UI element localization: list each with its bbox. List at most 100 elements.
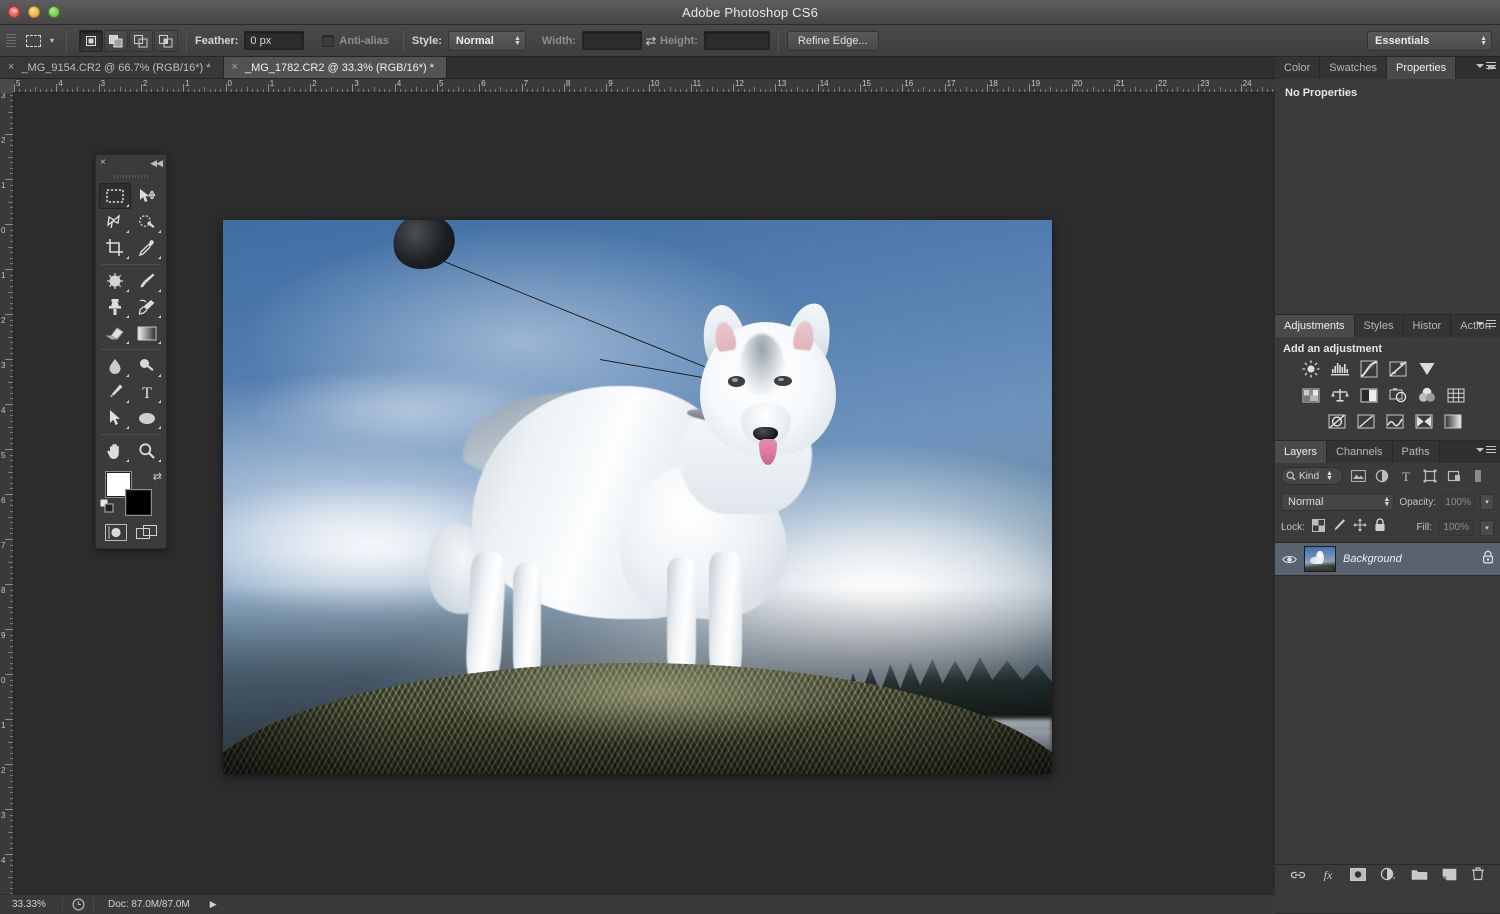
filter-toggle-icon[interactable] — [1469, 467, 1487, 485]
invert-icon[interactable] — [1327, 411, 1347, 431]
vibrance-icon[interactable] — [1417, 359, 1437, 379]
expand-panels-icon[interactable]: ▸▸ — [1488, 62, 1496, 73]
close-icon[interactable]: × — [8, 62, 14, 73]
close-window-button[interactable] — [8, 6, 20, 18]
swap-colors-icon[interactable]: ⇄ — [153, 470, 162, 483]
close-icon[interactable]: × — [100, 158, 106, 168]
gradient-map-icon[interactable] — [1443, 411, 1463, 431]
delete-layer-icon[interactable] — [1471, 867, 1485, 886]
channel-mixer-icon[interactable] — [1417, 385, 1437, 405]
width-input[interactable] — [582, 31, 642, 50]
horizontal-ruler[interactable]: 5 4 3 2 1 0 1 2 3 4 5 6 7 8 9 10 11 12 13 14 15 16 17 18 19 20 21 2… — [0, 79, 1275, 93]
fill-value[interactable]: 100% — [1439, 519, 1473, 536]
tab-history[interactable]: Histor — [1403, 315, 1452, 337]
document-canvas[interactable] — [223, 220, 1052, 774]
tab-styles[interactable]: Styles — [1354, 315, 1404, 337]
hand-tool[interactable] — [99, 438, 131, 464]
posterize-icon[interactable] — [1356, 411, 1376, 431]
ruler-origin[interactable] — [0, 79, 14, 93]
chevron-down-icon[interactable]: ▾ — [46, 36, 58, 45]
swap-dimensions-icon[interactable]: ⇄ — [642, 33, 660, 49]
spot-healing-brush-tool[interactable] — [99, 268, 131, 294]
new-layer-icon[interactable] — [1442, 868, 1457, 886]
lock-position-icon[interactable] — [1353, 518, 1367, 537]
opacity-value[interactable]: 100% — [1441, 494, 1475, 510]
ellipse-shape-tool[interactable] — [131, 405, 163, 431]
canvas-area[interactable] — [14, 93, 1275, 894]
zoom-window-button[interactable] — [48, 6, 60, 18]
clone-stamp-tool[interactable] — [99, 294, 131, 320]
exposure-icon[interactable] — [1388, 359, 1408, 379]
background-color-swatch[interactable] — [126, 490, 151, 515]
lock-icon[interactable] — [1482, 550, 1494, 569]
document-tab-mg9154[interactable]: × _MG_9154.CR2 @ 66.7% (RGB/16*) * — [0, 57, 224, 78]
layer-thumbnail[interactable] — [1304, 546, 1336, 572]
panel-menu-icon[interactable] — [1476, 320, 1496, 327]
collapse-icon[interactable]: ◀◀ — [150, 158, 163, 169]
new-fill-adjustment-layer-icon[interactable] — [1380, 867, 1397, 886]
horizontal-type-tool[interactable]: T — [131, 379, 163, 405]
photo-filter-icon[interactable] — [1388, 385, 1408, 405]
intersect-with-selection-button[interactable] — [154, 29, 178, 52]
tools-panel[interactable]: × ◀◀ T ⇄ — [95, 154, 167, 549]
crop-tool[interactable] — [99, 235, 131, 261]
levels-icon[interactable] — [1330, 359, 1350, 379]
history-brush-tool[interactable] — [131, 294, 163, 320]
feather-input[interactable]: 0 px — [244, 31, 305, 50]
new-selection-button[interactable] — [79, 29, 103, 52]
tab-color[interactable]: Color — [1275, 57, 1321, 79]
tools-panel-grip[interactable] — [96, 171, 166, 181]
eraser-tool[interactable] — [99, 320, 131, 346]
rectangular-marquee-icon[interactable] — [20, 30, 46, 52]
timing-icon[interactable] — [63, 898, 93, 911]
color-balance-icon[interactable] — [1330, 385, 1350, 405]
layers-list-empty-area[interactable] — [1275, 576, 1500, 864]
filter-type-icon[interactable]: T — [1397, 467, 1415, 485]
close-icon[interactable]: × — [232, 62, 238, 73]
dodge-tool[interactable] — [131, 353, 163, 379]
lock-all-icon[interactable] — [1374, 518, 1386, 537]
rectangular-marquee-tool[interactable] — [99, 183, 131, 209]
opacity-dropdown-icon[interactable]: ▾ — [1480, 494, 1494, 510]
gradient-tool[interactable] — [131, 320, 163, 346]
quick-mask-mode-icon[interactable] — [104, 524, 127, 546]
brush-tool[interactable] — [131, 268, 163, 294]
lock-transparent-pixels-icon[interactable] — [1311, 518, 1325, 537]
eyedropper-tool[interactable] — [131, 235, 163, 261]
tab-adjustments[interactable]: Adjustments — [1275, 315, 1355, 337]
refine-edge-button[interactable]: Refine Edge... — [786, 30, 879, 51]
layer-row-background[interactable]: Background — [1275, 542, 1500, 576]
screen-mode-icon[interactable] — [135, 524, 158, 546]
link-layers-icon[interactable] — [1290, 868, 1306, 886]
tab-layers[interactable]: Layers — [1275, 441, 1328, 463]
zoom-level[interactable]: 33.33% — [0, 899, 62, 910]
hue-saturation-icon[interactable] — [1301, 385, 1321, 405]
vertical-ruler[interactable]: 321012345678901234 — [0, 79, 14, 894]
layer-style-fx-icon[interactable]: fx — [1320, 868, 1336, 886]
quick-selection-tool[interactable] — [131, 209, 163, 235]
workspace-select[interactable]: Essentials ▲ ▼ — [1367, 31, 1492, 51]
filter-smart-object-icon[interactable] — [1445, 467, 1463, 485]
options-bar-grip[interactable] — [6, 32, 16, 50]
minimize-window-button[interactable] — [28, 6, 40, 18]
document-tab-mg1782[interactable]: × _MG_1782.CR2 @ 33.3% (RGB/16*) * — [223, 57, 448, 78]
black-and-white-icon[interactable] — [1359, 385, 1379, 405]
status-expand-arrow[interactable]: ▶ — [204, 899, 217, 910]
default-colors-icon[interactable] — [99, 498, 114, 518]
add-layer-mask-icon[interactable] — [1350, 867, 1366, 886]
path-selection-tool[interactable] — [99, 405, 131, 431]
color-lookup-icon[interactable] — [1446, 385, 1466, 405]
fill-dropdown-icon[interactable]: ▾ — [1480, 519, 1494, 536]
filter-adjustment-icon[interactable] — [1373, 467, 1391, 485]
new-group-icon[interactable] — [1411, 868, 1428, 886]
tab-paths[interactable]: Paths — [1392, 441, 1440, 463]
pen-tool[interactable] — [99, 379, 131, 405]
tab-swatches[interactable]: Swatches — [1320, 57, 1387, 79]
tools-panel-header[interactable]: × ◀◀ — [96, 155, 166, 171]
style-select[interactable]: Normal ▲ ▼ — [447, 30, 526, 51]
threshold-icon[interactable] — [1385, 411, 1405, 431]
anti-alias-checkbox[interactable] — [322, 34, 335, 47]
tab-channels[interactable]: Channels — [1327, 441, 1393, 463]
filter-pixel-icon[interactable] — [1349, 467, 1367, 485]
blur-tool[interactable] — [99, 353, 131, 379]
